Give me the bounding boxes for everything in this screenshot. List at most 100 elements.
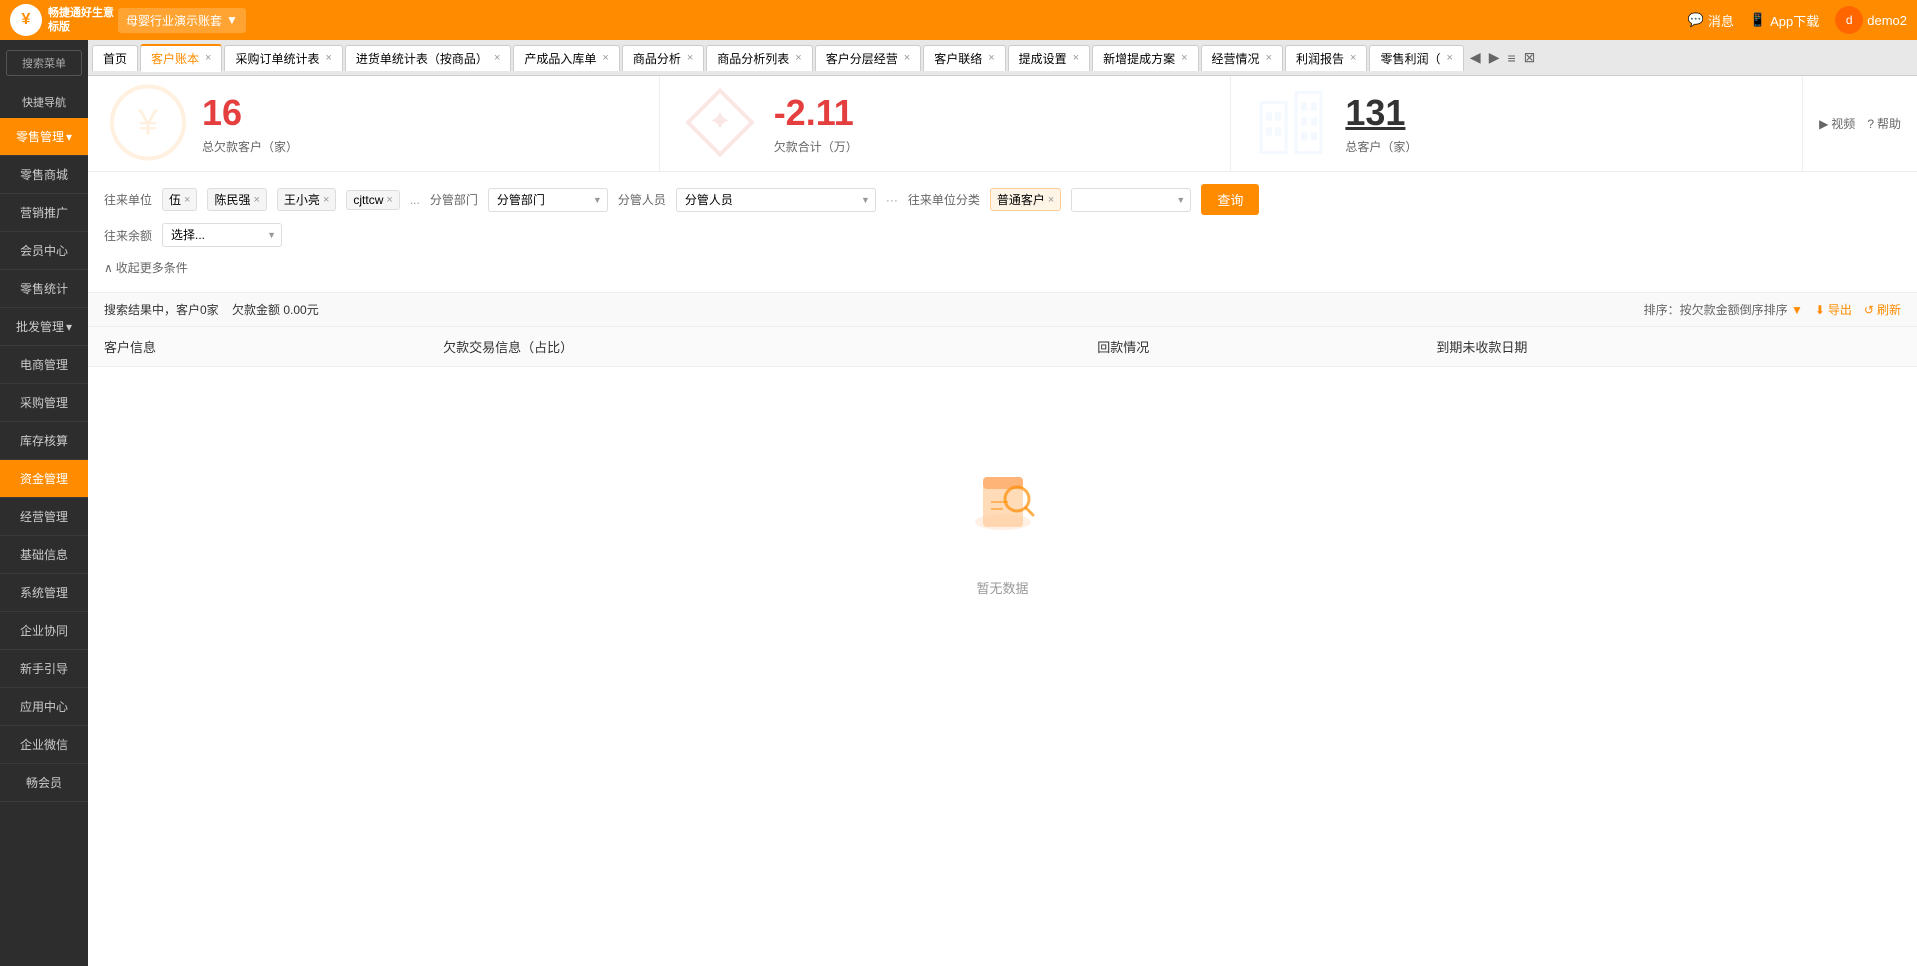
filter-row-2: 往来余额 选择... [104,223,1901,247]
tab-product-analysis-list[interactable]: 商品分析列表 × [706,45,812,71]
tab-close-purchase-order-stats[interactable]: × [325,52,331,64]
tab-close-purchase-stats-by-product[interactable]: × [494,52,500,64]
tab-close-all-btn[interactable]: ⊠ [1520,49,1540,66]
col-customer-info: 客户信息 [88,327,427,367]
results-bar: 搜索结果中，客户0家 欠款金额 0.00元 排序：按欠款金额倒序排序 ▼ ⬇ 导… [88,293,1917,327]
filter-row-1: 往来单位 伍 × 陈民强 × 王小亮 × [104,184,1901,215]
tab-product-analysis[interactable]: 商品分析 × [622,45,704,71]
tab-close-promotion-settings[interactable]: × [1073,52,1079,64]
tab-product-inbound[interactable]: 产成品入库单 × [513,45,619,71]
sidebar-item-finance-mgmt[interactable]: 资金管理 [0,460,88,498]
tab-purchase-order-stats[interactable]: 采购订单统计表 × [224,45,342,71]
filter-tag-normal-customer-close[interactable]: × [1048,194,1054,206]
user-menu-btn[interactable]: d demo2 [1835,6,1907,34]
tab-retail-profit[interactable]: 零售利润（ × [1369,45,1463,71]
table-header-row: 客户信息 欠款交易信息（占比） 回款情况 到期未收款日期 [88,327,1917,367]
filter-tag-wangxiaoliang-close[interactable]: × [323,194,329,206]
avatar: d [1835,6,1863,34]
tab-close-new-promotion-plan[interactable]: × [1181,52,1187,64]
col-repayment: 回款情况 [1081,327,1420,367]
sidebar-item-retail-mall[interactable]: 零售商城 [0,156,88,194]
tab-close-customer-account[interactable]: × [205,52,211,64]
app-download-btn[interactable]: 📱 App下载 [1750,11,1819,30]
filter-area: 往来单位 伍 × 陈民强 × 王小亮 × [88,172,1917,293]
empty-icon [953,447,1053,566]
quick-nav-btn[interactable]: 快捷导航 [0,86,88,118]
search-menu-btn[interactable]: 搜索菜单 [6,50,82,76]
filter-tag-wu-close[interactable]: × [184,194,190,206]
tab-profit-report[interactable]: 利润报告 × [1285,45,1367,71]
results-right: 排序：按欠款金额倒序排序 ▼ ⬇ 导出 ↺ 刷新 [1644,301,1901,318]
tab-close-profit-report[interactable]: × [1350,52,1356,64]
help-links: ▶ 视频 ? 帮助 [1803,76,1917,171]
collapse-row: ∧ 收起更多条件 [104,255,1901,280]
sidebar-item-new-user-guide[interactable]: 新手引导 [0,650,88,688]
sidebar-item-wholesale-mgmt[interactable]: 批发管理 ▾ [0,308,88,346]
nav-selector[interactable]: 母婴行业演示账套 ▼ [118,8,246,33]
logo: ¥ 畅捷通好生意 标版 [10,4,114,36]
tab-business-status[interactable]: 经营情况 × [1201,45,1283,71]
sidebar-item-enterprise-agreement[interactable]: 企业协同 [0,612,88,650]
tab-customer-account[interactable]: 客户账本 × [140,44,222,72]
video-help-btn[interactable]: ▶ 视频 [1819,115,1855,132]
sidebar-item-enterprise-wechat[interactable]: 企业微信 [0,726,88,764]
tab-close-retail-profit[interactable]: × [1446,52,1452,64]
export-btn[interactable]: ⬇ 导出 [1815,301,1852,318]
empty-state: 暂无数据 [88,367,1917,677]
stat-debt-label: 欠款合计（万） [774,138,858,155]
tab-close-product-analysis[interactable]: × [687,52,693,64]
sidebar-item-basic-info[interactable]: 基础信息 [0,536,88,574]
tab-promotion-settings[interactable]: 提成设置 × [1008,45,1090,71]
sidebar-item-retail-mgmt[interactable]: 零售管理 ▾ [0,118,88,156]
tab-new-promotion-plan[interactable]: 新增提成方案 × [1092,45,1198,71]
sidebar-item-inventory-check[interactable]: 库存核算 [0,422,88,460]
sidebar-item-member-plus[interactable]: 畅会员 [0,764,88,802]
filter-balance-select[interactable]: 选择... [162,223,282,247]
help-btn[interactable]: ? 帮助 [1867,115,1901,132]
filter-dept-select[interactable]: 分管部门 [488,188,608,212]
sidebar-item-app-center[interactable]: 应用中心 [0,688,88,726]
sidebar-item-retail-stats[interactable]: 零售统计 [0,270,88,308]
filter-person-more[interactable]: ··· [886,193,898,207]
tab-customer-segment[interactable]: 客户分层经营 × [815,45,921,71]
tab-prev-btn[interactable]: ◀ [1466,49,1485,66]
svg-text:¥: ¥ [137,101,159,142]
message-btn[interactable]: 💬 消息 [1688,11,1734,30]
sidebar-item-marketing[interactable]: 营销推广 [0,194,88,232]
filter-tag-cjttcw: cjttcw × [346,190,399,210]
sidebar-item-ops-mgmt[interactable]: 经营管理 [0,498,88,536]
main-content: ¥ 16 总欠款客户（家） ✦ -2.11 欠款合计（万） [88,76,1917,966]
sidebar-item-purchase-mgmt[interactable]: 采购管理 [0,384,88,422]
filter-tag-chenminqiang-close[interactable]: × [253,194,259,206]
filter-unit-category-label: 往来单位分类 [908,191,980,208]
refresh-btn[interactable]: ↺ 刷新 [1864,301,1901,318]
filter-tag-cjttcw-close[interactable]: × [386,194,392,206]
filter-tag-wangxiaoliang: 王小亮 × [277,188,336,211]
tab-close-product-inbound[interactable]: × [602,52,608,64]
results-summary: 搜索结果中，客户0家 欠款金额 0.00元 [104,301,319,318]
sidebar-item-system-mgmt[interactable]: 系统管理 [0,574,88,612]
tab-close-product-analysis-list[interactable]: × [795,52,801,64]
filter-person-select[interactable]: 分管人员 [676,188,876,212]
tab-customer-connect[interactable]: 客户联络 × [923,45,1005,71]
search-btn[interactable]: 查询 [1201,184,1259,215]
stat-debt-value: -2.11 [774,92,858,134]
filter-tag-wu: 伍 × [162,188,197,211]
tab-list-btn[interactable]: ≡ [1503,50,1519,66]
sidebar-item-ecommerce-mgmt[interactable]: 电商管理 [0,346,88,384]
stat-bg-building-icon [1251,82,1331,165]
tab-close-business-status[interactable]: × [1266,52,1272,64]
filter-unit-category-select[interactable] [1071,188,1191,212]
tab-purchase-stats-by-product[interactable]: 进货单统计表（按商品） × [345,45,511,71]
data-table-container: 客户信息 欠款交易信息（占比） 回款情况 到期未收款日期 [88,327,1917,367]
stat-all-customers-value[interactable]: 131 [1345,92,1417,134]
sidebar-item-member-center[interactable]: 会员中心 [0,232,88,270]
filter-more-tags[interactable]: ... [410,193,420,207]
tab-close-customer-connect[interactable]: × [988,52,994,64]
collapse-btn[interactable]: ∧ 收起更多条件 [104,259,1901,276]
tab-close-customer-segment[interactable]: × [904,52,910,64]
stat-customers-label: 总欠款客户（家） [202,138,298,155]
stat-box-all-customers: 131 总客户（家） [1231,76,1803,171]
tab-home[interactable]: 首页 [92,45,138,71]
tab-next-btn[interactable]: ▶ [1485,49,1504,66]
